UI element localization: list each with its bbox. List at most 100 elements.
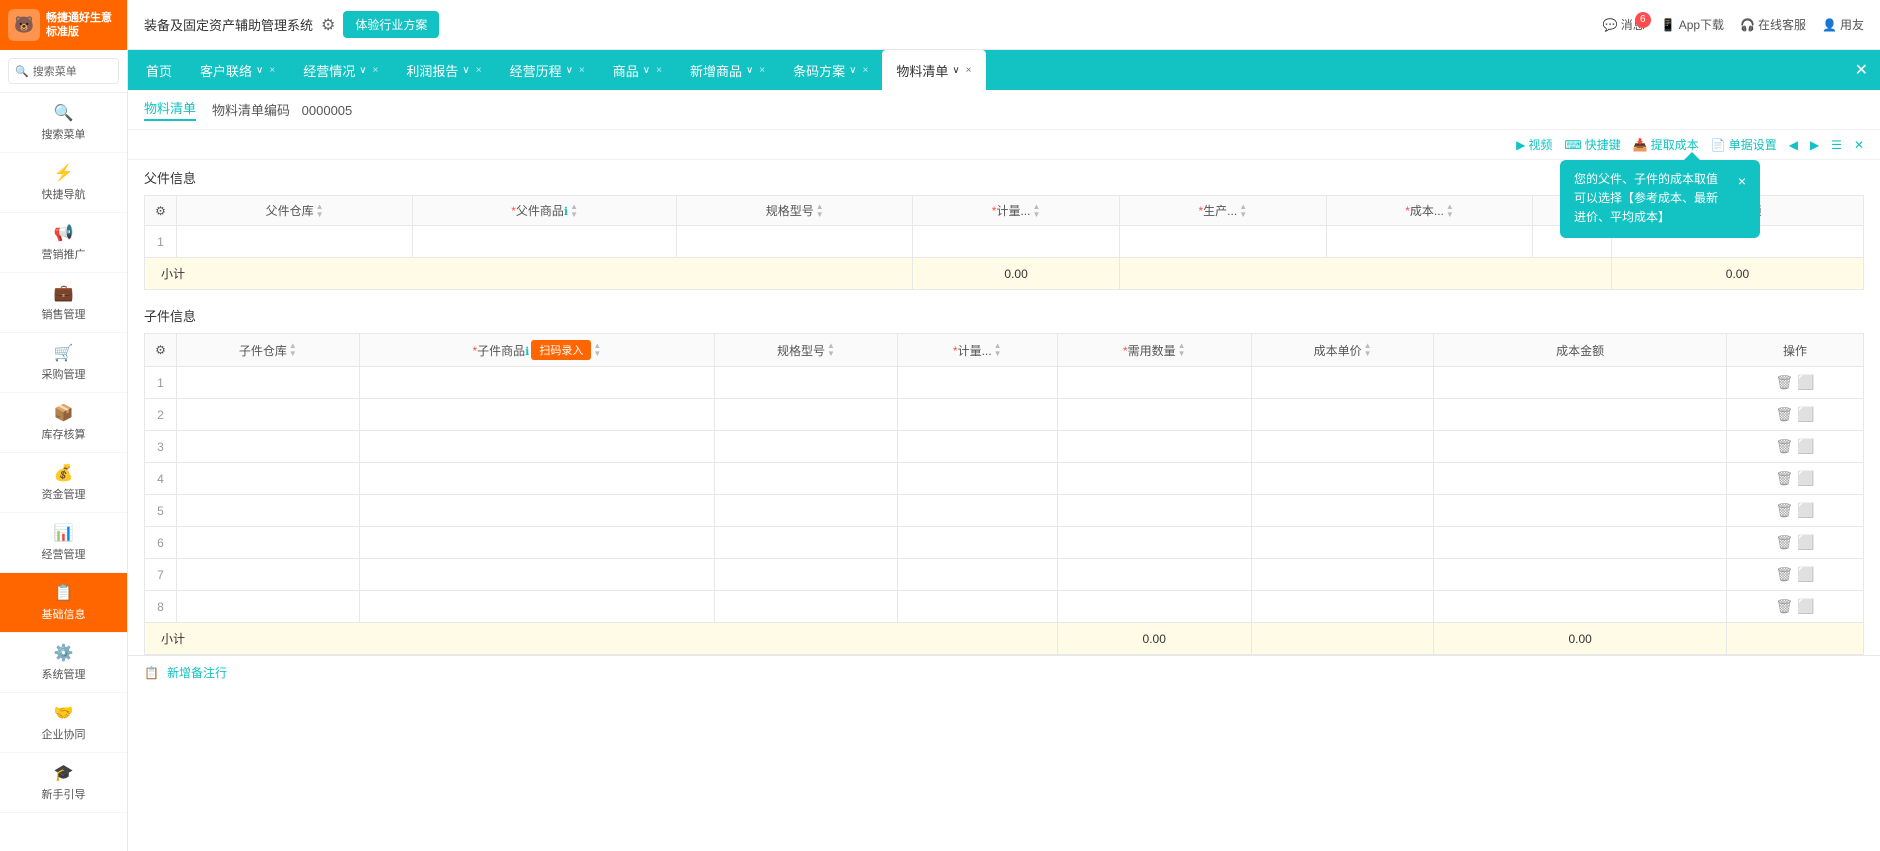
child-warehouse-cell[interactable] [177,367,360,399]
child-unit-cell[interactable] [897,431,1057,463]
child-goods-cell[interactable] [359,463,714,495]
parent-warehouse-cell[interactable] [177,226,413,258]
sidebar-item-marketing[interactable]: 📢营销推广 [0,213,127,273]
view-video-button[interactable]: ▶ 视频 [1516,136,1552,153]
sidebar-item-operations[interactable]: 📊经营管理 [0,513,127,573]
nav-tab-profit[interactable]: 利润报告 ∨ × [392,50,495,90]
child-warehouse-cell[interactable] [177,463,360,495]
child-goods-cell[interactable] [359,431,714,463]
child-qty-cell[interactable] [1057,367,1251,399]
parent-unit-cell[interactable] [913,226,1120,258]
sidebar-item-inventory[interactable]: 📦库存核算 [0,393,127,453]
child-qty-cell[interactable] [1057,527,1251,559]
delete-row-button[interactable]: 🗑 [1775,502,1793,519]
child-unit-price-cell[interactable] [1251,527,1434,559]
sidebar-item-enterprise[interactable]: 🤝企业协同 [0,693,127,753]
try-plan-button[interactable]: 体验行业方案 [343,11,439,38]
delete-row-button[interactable]: 🗑 [1775,470,1793,487]
child-warehouse-cell[interactable] [177,591,360,623]
copy-row-button[interactable]: ⬜ [1797,374,1814,391]
child-qty-cell[interactable] [1057,399,1251,431]
tabs-end-button[interactable]: ✕ [1847,60,1876,80]
copy-row-button[interactable]: ⬜ [1797,470,1814,487]
child-spec-cell[interactable] [715,527,898,559]
child-unit-price-cell[interactable] [1251,495,1434,527]
child-unit-cell[interactable] [897,591,1057,623]
delete-row-button[interactable]: 🗑 [1775,406,1793,423]
user-button[interactable]: 👤 用友 [1822,16,1864,33]
child-spec-cell[interactable] [715,591,898,623]
online-service-button[interactable]: 🎧 在线客服 [1740,16,1806,33]
sidebar-item-finance[interactable]: 💰资金管理 [0,453,127,513]
child-spec-cell[interactable] [715,431,898,463]
child-unit-price-cell[interactable] [1251,463,1434,495]
tab-close-profit[interactable]: × [476,65,482,76]
delete-row-button[interactable]: 🗑 [1775,534,1793,551]
sidebar-item-sales[interactable]: 💼销售管理 [0,273,127,333]
copy-row-button[interactable]: ⬜ [1797,438,1814,455]
sidebar-item-system[interactable]: ⚙️系统管理 [0,633,127,693]
tab-close-history[interactable]: × [579,65,585,76]
child-goods-cell[interactable] [359,591,714,623]
child-warehouse-cell[interactable] [177,399,360,431]
child-unit-price-cell[interactable] [1251,367,1434,399]
tab-close-operations[interactable]: × [373,65,379,76]
child-unit-price-cell[interactable] [1251,591,1434,623]
child-unit-price-cell[interactable] [1251,559,1434,591]
nav-tab-customer[interactable]: 客户联络 ∨ × [186,50,289,90]
sidebar-item-purchase[interactable]: 🛒采购管理 [0,333,127,393]
child-unit-price-cell[interactable] [1251,431,1434,463]
scan-input-button[interactable]: 扫码录入 [531,340,591,360]
child-warehouse-cell[interactable] [177,559,360,591]
child-goods-cell[interactable] [359,399,714,431]
delete-row-button[interactable]: 🗑 [1775,438,1793,455]
list-view-button[interactable]: ☰ [1831,138,1842,152]
child-qty-cell[interactable] [1057,463,1251,495]
tab-close-barcode[interactable]: × [862,65,868,76]
copy-row-button[interactable]: ⬜ [1797,598,1814,615]
child-spec-cell[interactable] [715,463,898,495]
search-area[interactable]: 🔍 搜索菜单 [0,50,127,93]
parent-cost-cell[interactable] [1326,226,1533,258]
child-spec-cell[interactable] [715,495,898,527]
child-spec-cell[interactable] [715,367,898,399]
nav-tab-home[interactable]: 首页 [132,50,186,90]
child-spec-cell[interactable] [715,559,898,591]
nav-tab-barcode[interactable]: 条码方案 ∨ × [779,50,882,90]
nav-tab-bom[interactable]: 物料清单 ∨ × [882,50,985,90]
child-unit-cell[interactable] [897,527,1057,559]
child-qty-cell[interactable] [1057,495,1251,527]
tab-close-customer[interactable]: × [269,65,275,76]
parent-spec-cell[interactable] [677,226,913,258]
tooltip-close-button[interactable]: × [1738,170,1746,192]
child-unit-cell[interactable] [897,559,1057,591]
child-th-settings[interactable]: ⚙ [145,334,177,367]
single-settings-button[interactable]: 📄 单据设置 [1711,136,1777,153]
child-goods-cell[interactable] [359,527,714,559]
child-unit-price-cell[interactable] [1251,399,1434,431]
close-page-button[interactable]: ✕ [1854,138,1864,152]
nav-prev-button[interactable]: ◀ [1789,138,1798,152]
nav-tab-operations[interactable]: 经营情况 ∨ × [289,50,392,90]
child-qty-cell[interactable] [1057,559,1251,591]
add-note-row-button[interactable]: 新增备注行 [167,664,227,681]
child-warehouse-cell[interactable] [177,495,360,527]
search-menu-button[interactable]: 🔍 搜索菜单 [8,58,119,84]
delete-row-button[interactable]: 🗑 [1775,598,1793,615]
parent-produce-cell[interactable] [1119,226,1326,258]
child-goods-cell[interactable] [359,559,714,591]
sub-nav-bom[interactable]: 物料清单 [144,98,196,121]
nav-tab-history[interactable]: 经营历程 ∨ × [496,50,599,90]
shortcut-button[interactable]: ⌨ 快捷键 [1564,136,1620,153]
nav-tab-goods[interactable]: 商品 ∨ × [599,50,676,90]
settings-button[interactable]: ⚙ [321,15,335,35]
copy-row-button[interactable]: ⬜ [1797,406,1814,423]
tab-close-goods[interactable]: × [656,65,662,76]
delete-row-button[interactable]: 🗑 [1775,374,1793,391]
sidebar-item-quick-nav[interactable]: ⚡快捷导航 [0,153,127,213]
parent-goods-cell[interactable] [413,226,677,258]
child-unit-cell[interactable] [897,367,1057,399]
extract-cost-button[interactable]: 📥 提取成本 [1633,136,1699,153]
child-goods-cell[interactable] [359,367,714,399]
child-qty-cell[interactable] [1057,591,1251,623]
